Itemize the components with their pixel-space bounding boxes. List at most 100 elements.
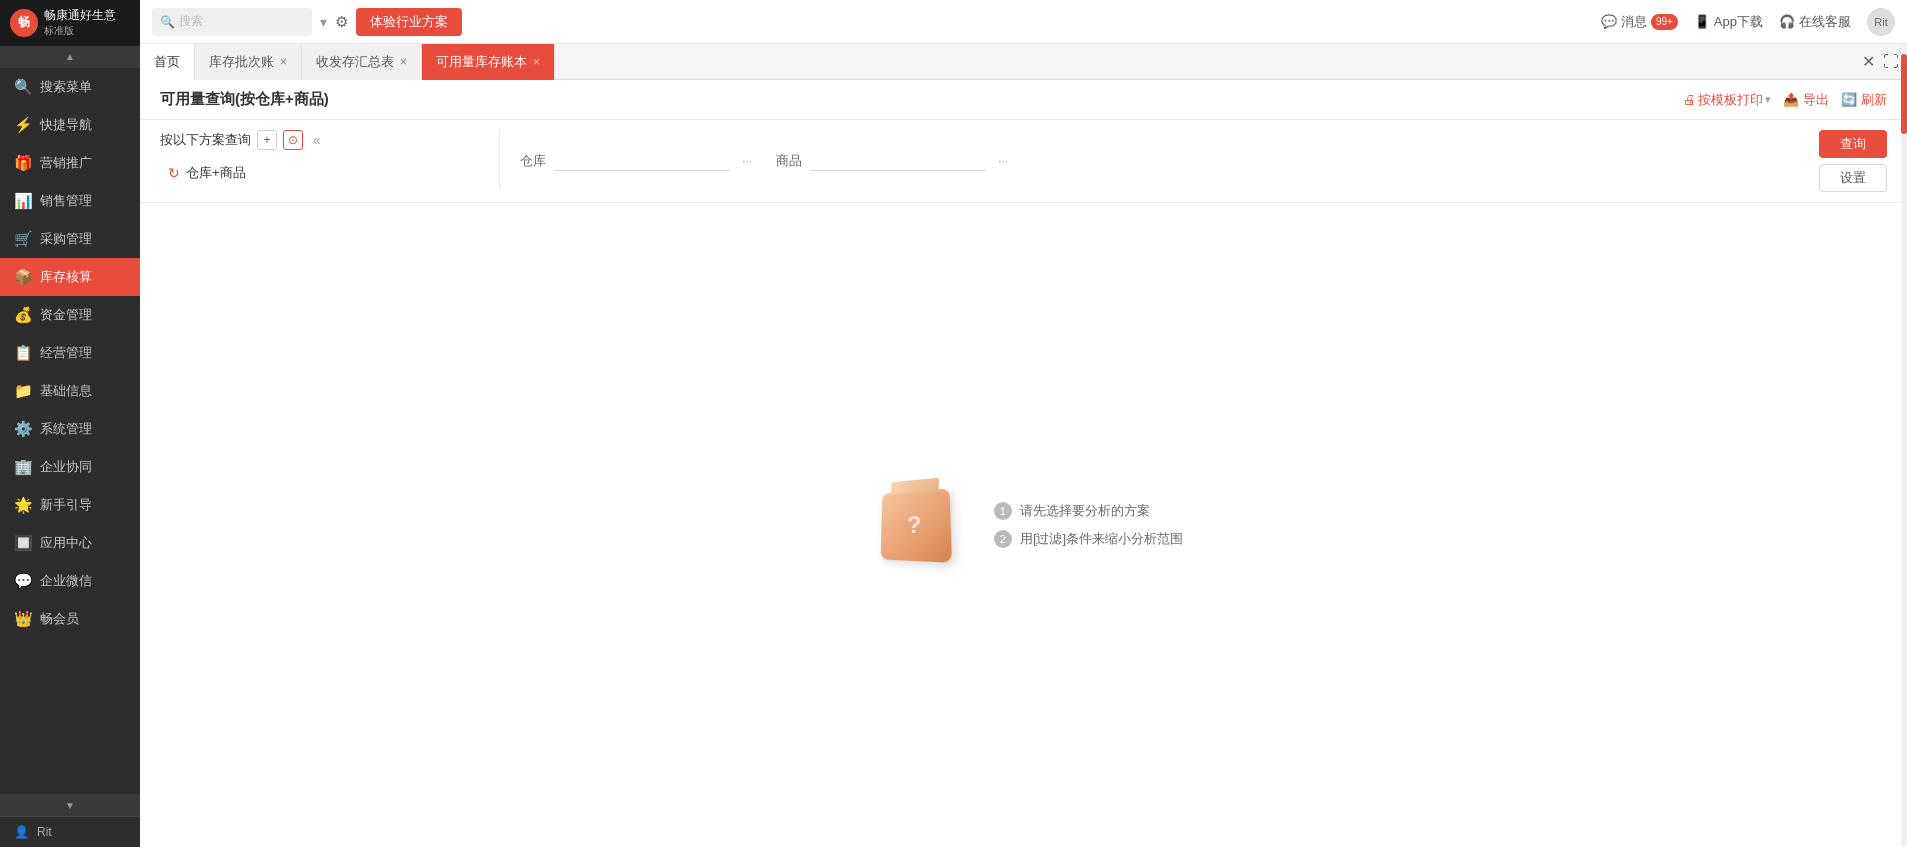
headset-icon: 🎧 <box>1779 14 1795 29</box>
app-name: 畅康通好生意 <box>44 8 116 24</box>
sidebar-item-label: 企业微信 <box>40 572 92 590</box>
sidebar-item-label: 系统管理 <box>40 420 92 438</box>
search-icon: 🔍 <box>160 15 175 29</box>
sidebar-item-wechat[interactable]: 💬 企业微信 <box>0 562 140 600</box>
sidebar-item-label: 应用中心 <box>40 534 92 552</box>
export-action[interactable]: 📤 导出 <box>1783 91 1829 109</box>
gear-icon[interactable]: ⚙ <box>335 13 348 31</box>
system-icon: ⚙️ <box>14 420 32 438</box>
query-button[interactable]: 查询 <box>1819 130 1887 158</box>
settings-button[interactable]: 设置 <box>1819 164 1887 192</box>
sidebar-item-search[interactable]: 🔍 搜索菜单 <box>0 68 140 106</box>
right-scrollbar[interactable] <box>1901 44 1907 847</box>
sidebar-item-marketing[interactable]: 🎁 营销推广 <box>0 144 140 182</box>
trial-industry-button[interactable]: 体验行业方案 <box>356 8 462 36</box>
sidebar-item-member[interactable]: 👑 畅会员 <box>0 600 140 638</box>
online-service-item[interactable]: 🎧 在线客服 <box>1779 13 1851 31</box>
scheme-item-warehouse-goods[interactable]: ↻ 仓库+商品 <box>160 158 483 188</box>
filter-area: 按以下方案查询 + ⊙ « ↻ 仓库+商品 仓库 ··· 商品 ··· <box>140 120 1907 203</box>
sidebar-item-label: 资金管理 <box>40 306 92 324</box>
tab-batch-account-close[interactable]: × <box>280 55 287 69</box>
filter-fields-panel: 仓库 ··· 商品 ··· 查询 设置 <box>500 130 1887 192</box>
sidebar-item-label: 销售管理 <box>40 192 92 210</box>
add-scheme-button[interactable]: + <box>257 130 277 150</box>
warehouse-input[interactable] <box>554 151 730 171</box>
page-title: 可用量查询(按仓库+商品) <box>160 90 1683 109</box>
dropdown-arrow-icon[interactable]: ▾ <box>320 14 327 30</box>
filter-field-goods: 商品 ··· <box>776 151 1012 171</box>
app-logo: 畅 <box>10 9 38 37</box>
goods-input[interactable] <box>810 151 986 171</box>
tab-stock-summary-close[interactable]: × <box>400 55 407 69</box>
operation-icon: 📋 <box>14 344 32 362</box>
sidebar-item-label: 新手引导 <box>40 496 92 514</box>
message-item[interactable]: 💬 消息 99+ <box>1601 13 1678 31</box>
tip-text-2: 用[过滤]条件来缩小分析范围 <box>1020 530 1183 548</box>
tab-home[interactable]: 首页 <box>140 44 195 80</box>
expand-icon[interactable]: ⛶ <box>1883 53 1899 71</box>
user-avatar-topbar[interactable]: Rit <box>1867 8 1895 36</box>
main-content: 🔍 搜索 ▾ ⚙ 体验行业方案 💬 消息 99+ 📱 App下载 🎧 在线客服 … <box>140 0 1907 847</box>
filter-scheme-header: 按以下方案查询 + ⊙ « <box>160 130 483 150</box>
tab-close-icon[interactable]: ✕ <box>1862 52 1875 71</box>
empty-tips: 1 请先选择要分析的方案 2 用[过滤]条件来缩小分析范围 <box>994 502 1183 548</box>
sidebar-scroll-up[interactable]: ▲ <box>0 46 140 68</box>
print-action[interactable]: 🖨 按模板打印 ▾ <box>1683 91 1771 109</box>
collapse-icon[interactable]: « <box>313 132 321 148</box>
sidebar-item-app-center[interactable]: 🔲 应用中心 <box>0 524 140 562</box>
tab-stock-summary-label: 收发存汇总表 <box>316 53 394 71</box>
warehouse-more-icon[interactable]: ··· <box>738 154 756 168</box>
page-header-actions: 🖨 按模板打印 ▾ 📤 导出 🔄 刷新 <box>1683 91 1887 109</box>
tip-num-1: 1 <box>994 502 1012 520</box>
print-dropdown-icon[interactable]: ▾ <box>1765 93 1771 106</box>
quick-nav-icon: ⚡ <box>14 116 32 134</box>
scrollbar-thumb <box>1901 54 1907 134</box>
tab-stock-summary[interactable]: 收发存汇总表 × <box>302 44 422 80</box>
user-name: Rit <box>37 825 52 839</box>
sidebar-item-sales[interactable]: 📊 销售管理 <box>0 182 140 220</box>
sidebar-item-label: 营销推广 <box>40 154 92 172</box>
sidebar-item-guide[interactable]: 🌟 新手引导 <box>0 486 140 524</box>
app-download-item[interactable]: 📱 App下载 <box>1694 13 1763 31</box>
tip-num-2: 2 <box>994 530 1012 548</box>
sidebar-nav: 🔍 搜索菜单 ⚡ 快捷导航 🎁 营销推广 📊 销售管理 🛒 采购管理 📦 库存核… <box>0 68 140 794</box>
sidebar-item-enterprise[interactable]: 🏢 企业协同 <box>0 448 140 486</box>
sidebar-item-label: 畅会员 <box>40 610 79 628</box>
sidebar-item-system[interactable]: ⚙️ 系统管理 <box>0 410 140 448</box>
tab-available-ledger-close[interactable]: × <box>533 55 540 69</box>
enterprise-icon: 🏢 <box>14 458 32 476</box>
sales-icon: 📊 <box>14 192 32 210</box>
wechat-icon: 💬 <box>14 572 32 590</box>
filter-actions: 查询 设置 <box>1819 130 1887 192</box>
sidebar-header: 畅 畅康通好生意 标准版 <box>0 0 140 46</box>
app-center-icon: 🔲 <box>14 534 32 552</box>
sidebar-scroll-down[interactable]: ▼ <box>0 794 140 816</box>
sidebar-item-basic-info[interactable]: 📁 基础信息 <box>0 372 140 410</box>
manage-scheme-button[interactable]: ⊙ <box>283 130 303 150</box>
message-label: 消息 <box>1621 13 1647 31</box>
print-label: 按模板打印 <box>1698 91 1763 109</box>
sidebar-item-quick-nav[interactable]: ⚡ 快捷导航 <box>0 106 140 144</box>
tab-batch-account[interactable]: 库存批次账 × <box>195 44 302 80</box>
tab-batch-account-label: 库存批次账 <box>209 53 274 71</box>
message-badge: 99+ <box>1651 14 1678 30</box>
sidebar-footer[interactable]: 👤 Rit <box>0 816 140 847</box>
refresh-action[interactable]: 🔄 刷新 <box>1841 91 1887 109</box>
empty-state: 1 请先选择要分析的方案 2 用[过滤]条件来缩小分析范围 <box>864 475 1183 575</box>
sidebar-item-purchase[interactable]: 🛒 采购管理 <box>0 220 140 258</box>
sidebar-item-label: 基础信息 <box>40 382 92 400</box>
content-area: 1 请先选择要分析的方案 2 用[过滤]条件来缩小分析范围 <box>140 203 1907 847</box>
guide-icon: 🌟 <box>14 496 32 514</box>
tab-available-ledger-label: 可用量库存账本 <box>436 53 527 71</box>
sidebar-item-operation[interactable]: 📋 经营管理 <box>0 334 140 372</box>
goods-more-icon[interactable]: ··· <box>994 154 1012 168</box>
tab-available-ledger[interactable]: 可用量库存账本 × <box>422 44 555 80</box>
sidebar-item-finance[interactable]: 💰 资金管理 <box>0 296 140 334</box>
topbar-search-box[interactable]: 🔍 搜索 <box>152 8 312 36</box>
sidebar-item-inventory[interactable]: 📦 库存核算 <box>0 258 140 296</box>
inventory-icon: 📦 <box>14 268 32 286</box>
goods-label: 商品 <box>776 152 802 170</box>
search-icon: 🔍 <box>14 78 32 96</box>
online-service-label: 在线客服 <box>1799 13 1851 31</box>
purchase-icon: 🛒 <box>14 230 32 248</box>
